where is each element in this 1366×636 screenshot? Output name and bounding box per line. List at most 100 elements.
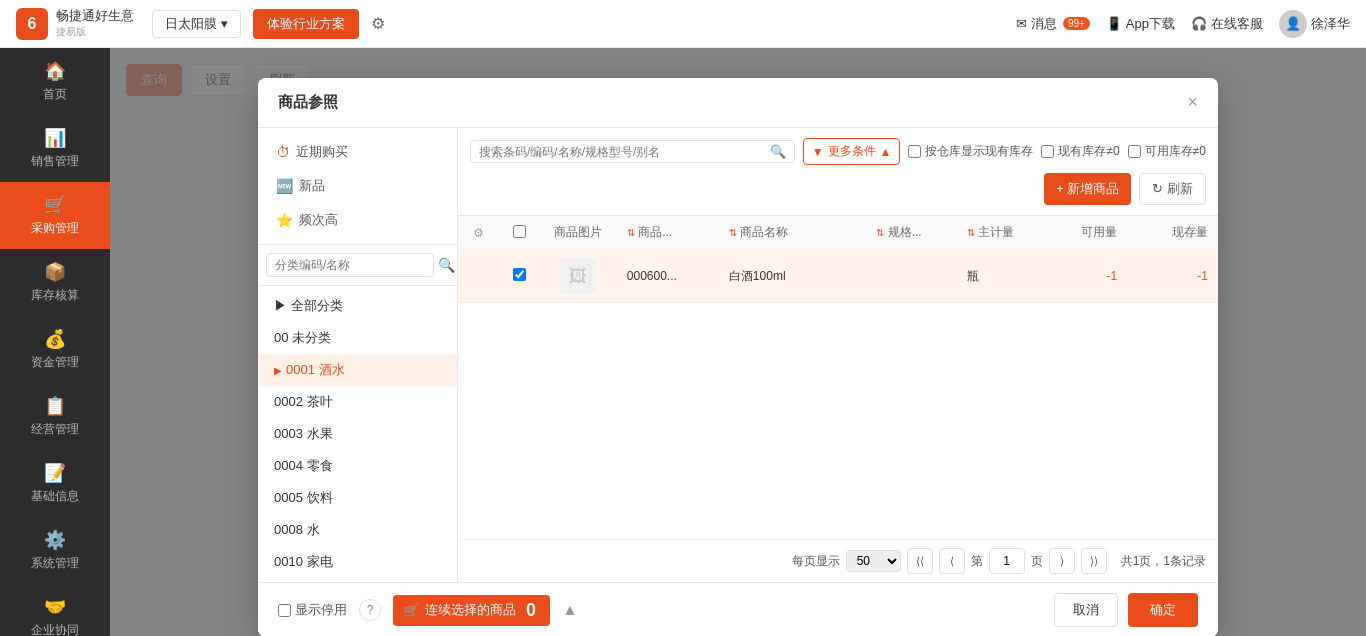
tab-highfreq-label: 频次高 (299, 211, 338, 229)
show-disabled-input[interactable] (278, 604, 291, 617)
app-download-item[interactable]: 📱 App下载 (1106, 15, 1175, 33)
row-settings (458, 250, 499, 303)
logo-area: 6 畅捷通好生意 捷易版 (16, 8, 136, 40)
row-checkbox-cell[interactable] (499, 250, 540, 303)
col-checkbox (499, 216, 540, 250)
checkbox-nonzero-stock[interactable]: 现有库存≠0 (1041, 143, 1119, 160)
recent-icon: ⏱ (276, 144, 290, 160)
sidebar-item-purchase[interactable]: 🛒 采购管理 (0, 182, 110, 249)
sidebar-item-basic[interactable]: 📝 基础信息 (0, 450, 110, 517)
sidebar-label-purchase: 采购管理 (31, 220, 79, 237)
sidebar-item-enterprise[interactable]: 🤝 企业协同 (0, 584, 110, 636)
left-panel-tabs: ⏱ 近期购买 🆕 新品 ⭐ 频次高 (258, 128, 457, 245)
prev-page-btn[interactable]: ⟨ (939, 548, 965, 574)
footer-btns: 取消 确定 (1054, 593, 1198, 627)
cart-area[interactable]: 🛒 连续选择的商品 0 (393, 595, 550, 626)
chevron-up-icon: ▲ (880, 145, 892, 159)
row-code-cell: 000600... (617, 250, 719, 303)
col-name-header[interactable]: ⇅ 商品名称 (719, 216, 866, 250)
sidebar-item-system[interactable]: ⚙️ 系统管理 (0, 517, 110, 584)
cat-0001-label: 0001 酒水 (286, 361, 345, 379)
refresh-icon: ↻ (1152, 181, 1163, 196)
cancel-button[interactable]: 取消 (1054, 593, 1118, 627)
sidebar-item-sales[interactable]: 📊 销售管理 (0, 115, 110, 182)
col-settings[interactable]: ⚙ (458, 216, 499, 250)
cat-0005[interactable]: 0005 饮料 (258, 482, 457, 514)
col-spec-header[interactable]: ⇅ 规格... (866, 216, 957, 250)
checkbox-warehouse-input[interactable] (908, 145, 921, 158)
messages-nav-item[interactable]: ✉ 消息 99+ (1016, 15, 1090, 33)
user-profile[interactable]: 👤 徐泽华 (1279, 10, 1350, 38)
cat-0001[interactable]: ▶ 0001 酒水 (258, 354, 457, 386)
checkbox-available-input[interactable] (1128, 145, 1141, 158)
sidebar-label-operation: 经营管理 (31, 421, 79, 438)
product-search-input[interactable] (479, 145, 766, 159)
messages-badge: 99+ (1063, 17, 1090, 30)
col-unit-header[interactable]: ⇅ 主计量 (957, 216, 1036, 250)
page-input[interactable] (989, 548, 1025, 574)
table-header-row: ⚙ 商品图片 ⇅ (458, 216, 1218, 250)
more-conditions-btn[interactable]: ▼ 更多条件 ▲ (803, 138, 901, 165)
show-disabled-checkbox[interactable]: 显示停用 (278, 601, 347, 619)
settings-icon[interactable]: ⚙ (371, 14, 385, 33)
more-conditions-label: 更多条件 (828, 143, 876, 160)
filter-actions: + 新增商品 ↻ 刷新 (1044, 173, 1206, 205)
page-label: 第 (971, 553, 983, 570)
page-size-select[interactable]: 20 50 100 (846, 550, 901, 572)
next-page-btn[interactable]: ⟩ (1049, 548, 1075, 574)
cat-00[interactable]: 00 未分类 (258, 322, 457, 354)
sidebar-item-home[interactable]: 🏠 首页 (0, 48, 110, 115)
headset-icon: 🎧 (1191, 16, 1207, 31)
checkbox-warehouse-stock[interactable]: 按仓库显示现有库存 (908, 143, 1033, 160)
product-image: 🖼 (560, 258, 596, 294)
tab-recent-purchase[interactable]: ⏱ 近期购买 (266, 136, 449, 168)
sidebar-item-operation[interactable]: 📋 经营管理 (0, 383, 110, 450)
checkbox-available-stock[interactable]: 可用库存≠0 (1128, 143, 1206, 160)
cat-0010-label: 0010 家电 (274, 553, 333, 571)
row-checkbox[interactable] (513, 268, 526, 281)
refresh-button[interactable]: ↻ 刷新 (1139, 173, 1206, 205)
tab-high-freq[interactable]: ⭐ 频次高 (266, 204, 449, 236)
add-product-button[interactable]: + 新增商品 (1044, 173, 1131, 205)
row-name-cell: 白酒100ml (719, 250, 866, 303)
sidebar-label-system: 系统管理 (31, 555, 79, 572)
modal-close-button[interactable]: × (1187, 92, 1198, 113)
cat-0002[interactable]: 0002 茶叶 (258, 386, 457, 418)
sidebar-label-finance: 资金管理 (31, 354, 79, 371)
first-page-btn[interactable]: ⟨⟨ (907, 548, 933, 574)
category-search-input[interactable] (266, 253, 434, 277)
product-search-wrap: 🔍 (470, 140, 795, 163)
col-code-header[interactable]: ⇅ 商品... (617, 216, 719, 250)
right-panel: 🔍 ▼ 更多条件 ▲ 按仓库显示现有库存 (458, 128, 1218, 582)
tab-new-product[interactable]: 🆕 新品 (266, 170, 449, 202)
trial-button[interactable]: 体验行业方案 (253, 9, 359, 39)
sidebar-label-basic: 基础信息 (31, 488, 79, 505)
checkbox-nonzero-input[interactable] (1041, 145, 1054, 158)
row-stock-cell: -1 (1127, 250, 1218, 303)
cat-0003-label: 0003 水果 (274, 425, 333, 443)
sidebar-item-inventory[interactable]: 📦 库存核算 (0, 249, 110, 316)
category-list: ▶ 全部分类 00 未分类 ▶ 0001 酒水 0002 茶叶 (258, 286, 457, 582)
cat-0010[interactable]: 0010 家电 (258, 546, 457, 578)
sidebar: 🏠 首页 📊 销售管理 🛒 采购管理 📦 库存核算 💰 资金管理 📋 经营管理 … (0, 48, 110, 636)
row-image-cell: 🖼 (540, 250, 617, 303)
cat-0003[interactable]: 0003 水果 (258, 418, 457, 450)
online-service-item[interactable]: 🎧 在线客服 (1191, 15, 1263, 33)
sort-icon-unit: ⇅ (967, 227, 975, 238)
store-select[interactable]: 日太阳膜 ▾ (152, 10, 241, 38)
confirm-button[interactable]: 确定 (1128, 593, 1198, 627)
message-icon: ✉ (1016, 16, 1027, 31)
collapse-icon[interactable]: ▲ (562, 601, 578, 619)
last-page-btn[interactable]: ⟩⟩ (1081, 548, 1107, 574)
pagination: 每页显示 20 50 100 ⟨⟨ ⟨ 第 页 ⟩ (458, 539, 1218, 582)
page-label2: 页 (1031, 553, 1043, 570)
select-all-checkbox[interactable] (513, 225, 526, 238)
table-row[interactable]: 🖼 000600... 白酒100ml 瓶 -1 -1 (458, 250, 1218, 303)
cart-label: 连续选择的商品 (425, 601, 516, 619)
help-button[interactable]: ? (359, 599, 381, 621)
sidebar-item-finance[interactable]: 💰 资金管理 (0, 316, 110, 383)
cat-0008[interactable]: 0008 水 (258, 514, 457, 546)
cat-all[interactable]: ▶ 全部分类 (258, 290, 457, 322)
category-search-icon[interactable]: 🔍 (438, 257, 455, 273)
cat-0004[interactable]: 0004 零食 (258, 450, 457, 482)
